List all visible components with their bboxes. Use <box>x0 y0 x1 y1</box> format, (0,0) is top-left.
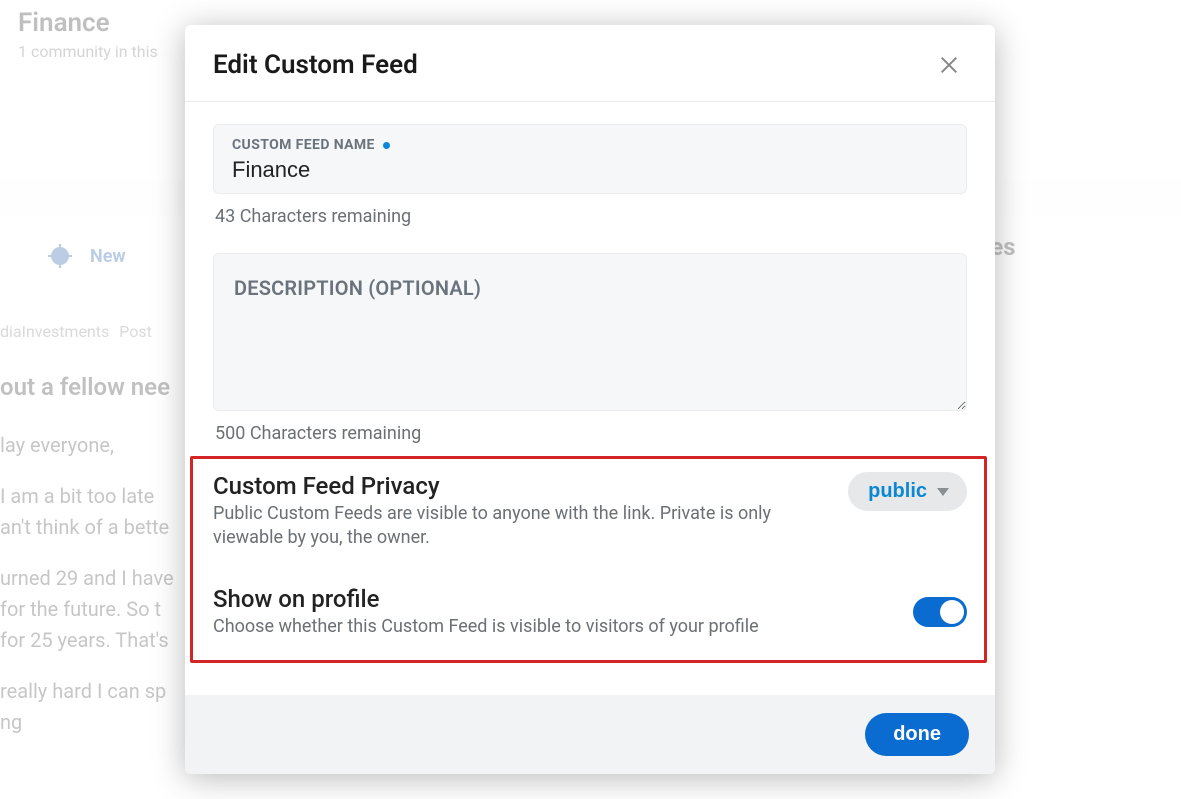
done-button[interactable]: done <box>865 713 969 756</box>
privacy-value: public <box>868 480 927 503</box>
show-on-profile-row: Show on profile Choose whether this Cust… <box>213 585 967 639</box>
modal-title: Edit Custom Feed <box>213 50 418 80</box>
feed-name-label: CUSTOM FEED NAME <box>232 137 948 153</box>
show-on-profile-toggle[interactable] <box>913 597 967 627</box>
show-on-profile-description: Choose whether this Custom Feed is visib… <box>213 615 759 639</box>
edit-custom-feed-modal: Edit Custom Feed CUSTOM FEED NAME 43 Cha… <box>185 25 995 774</box>
privacy-dropdown[interactable]: public <box>848 472 967 511</box>
modal-header: Edit Custom Feed <box>185 25 995 102</box>
modal-body: CUSTOM FEED NAME 43 Characters remaining… <box>185 102 995 695</box>
description-remaining: 500 Characters remaining <box>215 423 965 444</box>
required-dot-icon <box>383 142 390 149</box>
feed-name-field[interactable]: CUSTOM FEED NAME <box>213 124 967 194</box>
description-field[interactable] <box>213 253 967 411</box>
privacy-heading: Custom Feed Privacy <box>213 472 773 500</box>
close-icon <box>938 54 960 76</box>
show-on-profile-heading: Show on profile <box>213 585 759 613</box>
close-button[interactable] <box>931 47 967 83</box>
privacy-description: Public Custom Feeds are visible to anyon… <box>213 502 773 551</box>
chevron-down-icon <box>937 488 949 496</box>
privacy-row: Custom Feed Privacy Public Custom Feeds … <box>213 472 967 551</box>
modal-footer: done <box>185 695 995 774</box>
feed-name-remaining: 43 Characters remaining <box>215 206 965 227</box>
description-input[interactable] <box>214 254 966 410</box>
toggle-knob-icon <box>940 600 964 624</box>
feed-name-input[interactable] <box>232 153 948 183</box>
